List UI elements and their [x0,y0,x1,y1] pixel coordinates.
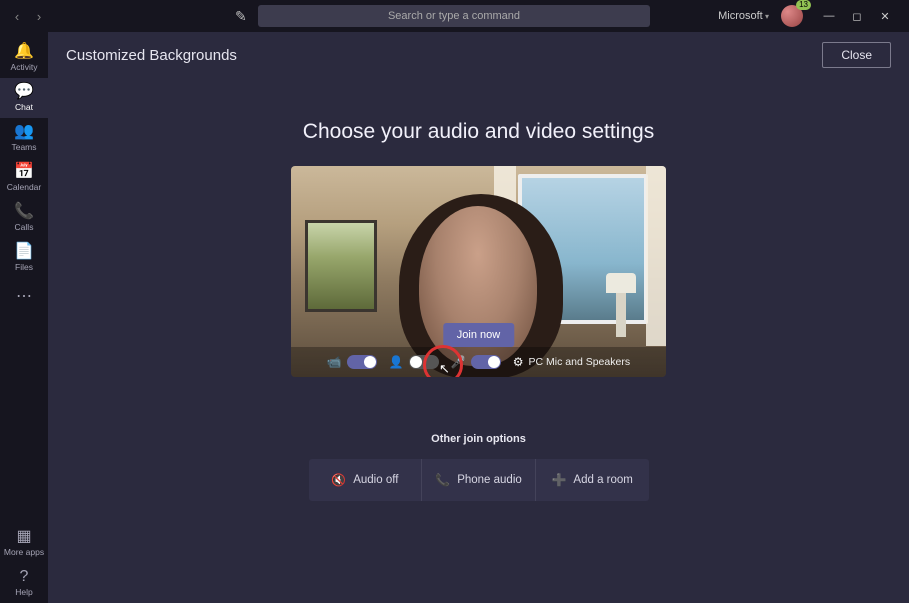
apps-icon: ▦ [16,529,31,545]
option-phone-audio[interactable]: 📞 Phone audio [421,459,535,501]
background-toggle[interactable] [409,355,439,369]
window-maximize-button[interactable]: ◻ [843,6,871,26]
subheader: Customized Backgrounds Close [48,32,909,78]
rail-files[interactable]: 📄 Files [0,238,48,278]
prejoin-title: Choose your audio and video settings [48,120,909,144]
gear-icon: ⚙ [513,355,524,369]
rail-help[interactable]: ? Help [0,563,48,603]
rail-more-apps[interactable]: ▦ More apps [0,523,48,563]
nav-back-button[interactable]: ‹ [8,7,26,25]
preview-decor [305,220,377,312]
close-button[interactable]: Close [822,42,891,68]
background-control: 👤 [389,355,439,369]
rail-label: Teams [11,142,36,152]
other-options-row: 🔇 Audio off 📞 Phone audio ➕ Add a room [309,459,649,501]
bell-icon: 🔔 [14,44,34,60]
teams-icon: 👥 [14,124,34,140]
option-add-room[interactable]: ➕ Add a room [535,459,649,501]
nav-forward-button[interactable]: › [30,7,48,25]
option-label: Add a room [573,474,632,486]
titlebar: ‹ › ✎ Search or type a command Microsoft… [0,0,909,32]
window-minimize-button[interactable]: — [815,6,843,26]
camera-toggle[interactable] [347,355,377,369]
option-audio-off[interactable]: 🔇 Audio off [309,459,422,501]
search-input[interactable]: Search or type a command [258,5,650,27]
rail-label: Help [15,587,32,597]
avatar[interactable]: 13 [781,5,803,27]
rail-calls[interactable]: 📞 Calls [0,198,48,238]
camera-preview: Join now 📹 👤 🎤 ⚙ PC Mic and Speakers [291,166,666,377]
other-options-label: Other join options [48,433,909,445]
option-label: Phone audio [457,474,522,486]
phone-icon: 📞 [14,204,34,220]
files-icon: 📄 [14,244,34,260]
page-title: Customized Backgrounds [66,47,237,64]
prejoin-panel: Choose your audio and video settings Joi… [48,78,909,501]
preview-decor [616,291,626,337]
compose-icon[interactable]: ✎ [235,8,247,25]
join-now-button[interactable]: Join now [443,323,514,347]
option-label: Audio off [353,474,398,486]
app-rail: 🔔 Activity 💬 Chat 👥 Teams 📅 Calendar 📞 C… [0,32,48,603]
rail-label: Calls [15,222,34,232]
rail-teams[interactable]: 👥 Teams [0,118,48,158]
background-blur-icon: 👤 [389,355,404,369]
rail-calendar[interactable]: 📅 Calendar [0,158,48,198]
content-area: Customized Backgrounds Close Choose your… [48,32,909,603]
audio-off-icon: 🔇 [331,473,346,487]
device-settings[interactable]: ⚙ PC Mic and Speakers [513,355,630,369]
phone-audio-icon: 📞 [435,473,450,487]
avatar-badge: 13 [796,0,811,10]
camera-control: 📹 [327,355,377,369]
preview-decor [646,166,666,346]
rail-label: Chat [15,102,33,112]
window-close-button[interactable]: ✕ [871,6,899,26]
mic-toggle[interactable] [471,355,501,369]
rail-label: Files [15,262,33,272]
rail-activity[interactable]: 🔔 Activity [0,38,48,78]
calendar-icon: 📅 [14,164,34,180]
rail-label: More apps [4,547,44,557]
mic-icon: 🎤 [451,355,466,369]
device-label: PC Mic and Speakers [529,356,631,368]
rail-chat[interactable]: 💬 Chat [0,78,48,118]
rail-label: Calendar [7,182,42,192]
mic-control: 🎤 [451,355,501,369]
org-switcher[interactable]: Microsoft [718,10,769,22]
chat-icon: 💬 [14,84,34,100]
add-room-icon: ➕ [551,473,566,487]
rail-more-icon[interactable]: ⋯ [16,278,32,314]
camera-icon: 📹 [327,355,342,369]
help-icon: ? [20,569,29,585]
rail-label: Activity [11,62,38,72]
prejoin-controls: 📹 👤 🎤 ⚙ PC Mic and Speakers [291,347,666,377]
